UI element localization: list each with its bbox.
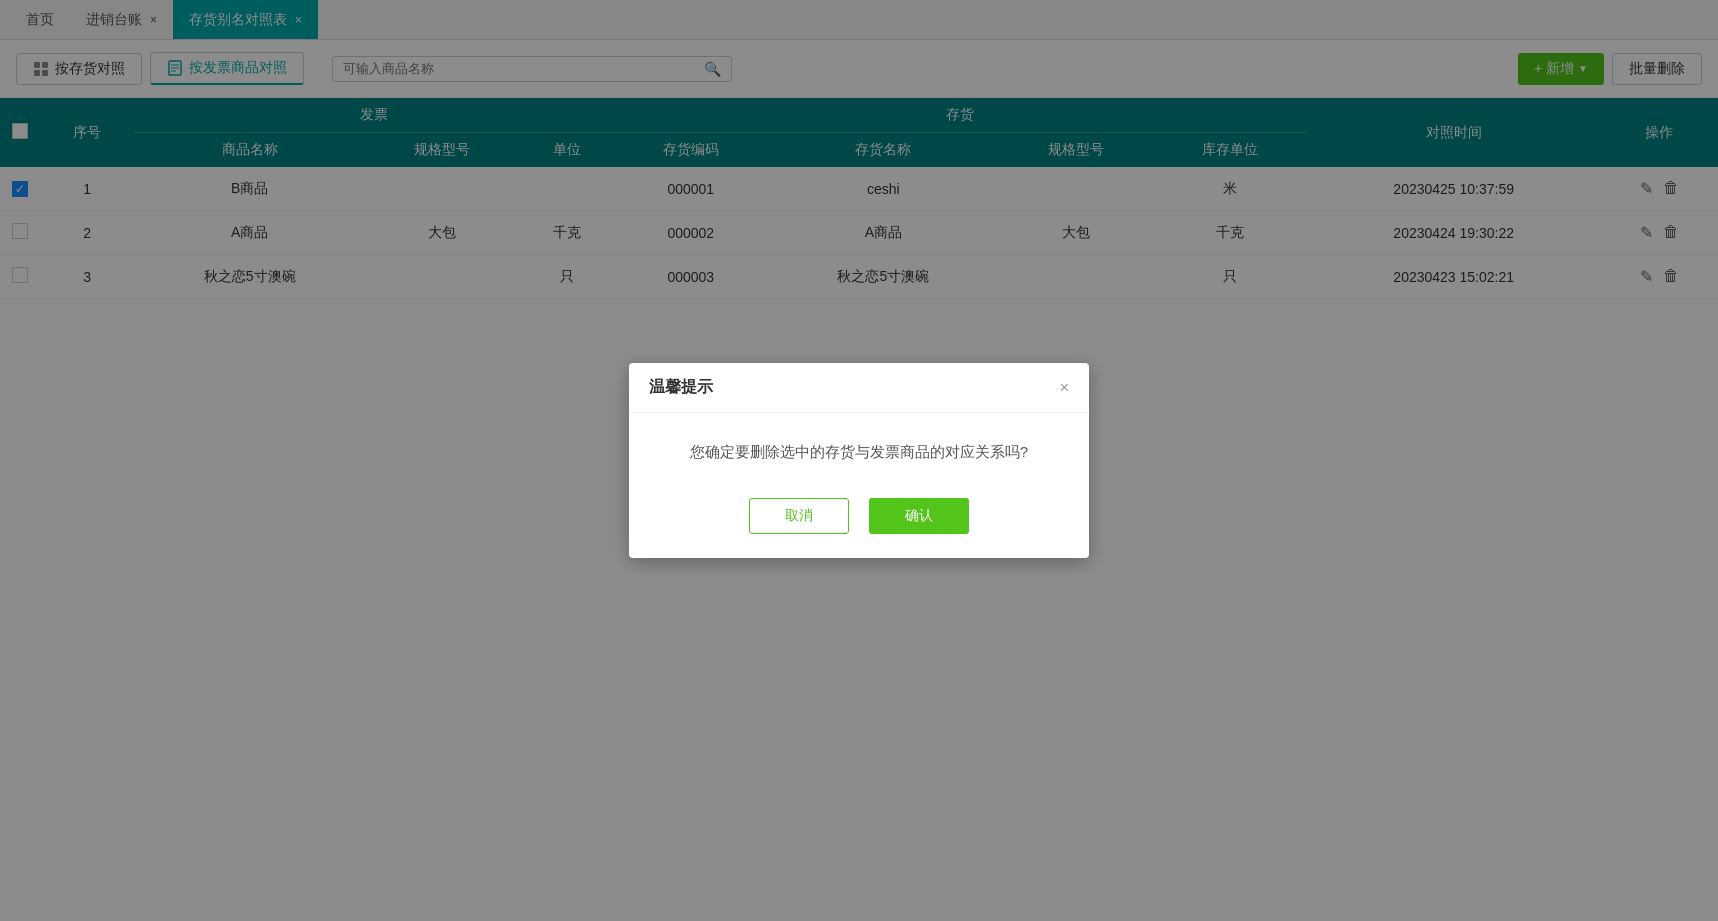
dialog-cancel-button[interactable]: 取消 bbox=[749, 498, 849, 534]
overlay: 温馨提示 × 您确定要删除选中的存货与发票商品的对应关系吗? 取消 确认 bbox=[0, 0, 1718, 921]
dialog: 温馨提示 × 您确定要删除选中的存货与发票商品的对应关系吗? 取消 确认 bbox=[629, 363, 1089, 558]
dialog-body: 您确定要删除选中的存货与发票商品的对应关系吗? bbox=[629, 413, 1089, 482]
dialog-message: 您确定要删除选中的存货与发票商品的对应关系吗? bbox=[690, 443, 1028, 460]
dialog-header: 温馨提示 × bbox=[629, 363, 1089, 413]
dialog-title: 温馨提示 bbox=[649, 377, 713, 398]
dialog-close-button[interactable]: × bbox=[1060, 379, 1069, 397]
dialog-footer: 取消 确认 bbox=[629, 482, 1089, 558]
dialog-confirm-button[interactable]: 确认 bbox=[869, 498, 969, 534]
